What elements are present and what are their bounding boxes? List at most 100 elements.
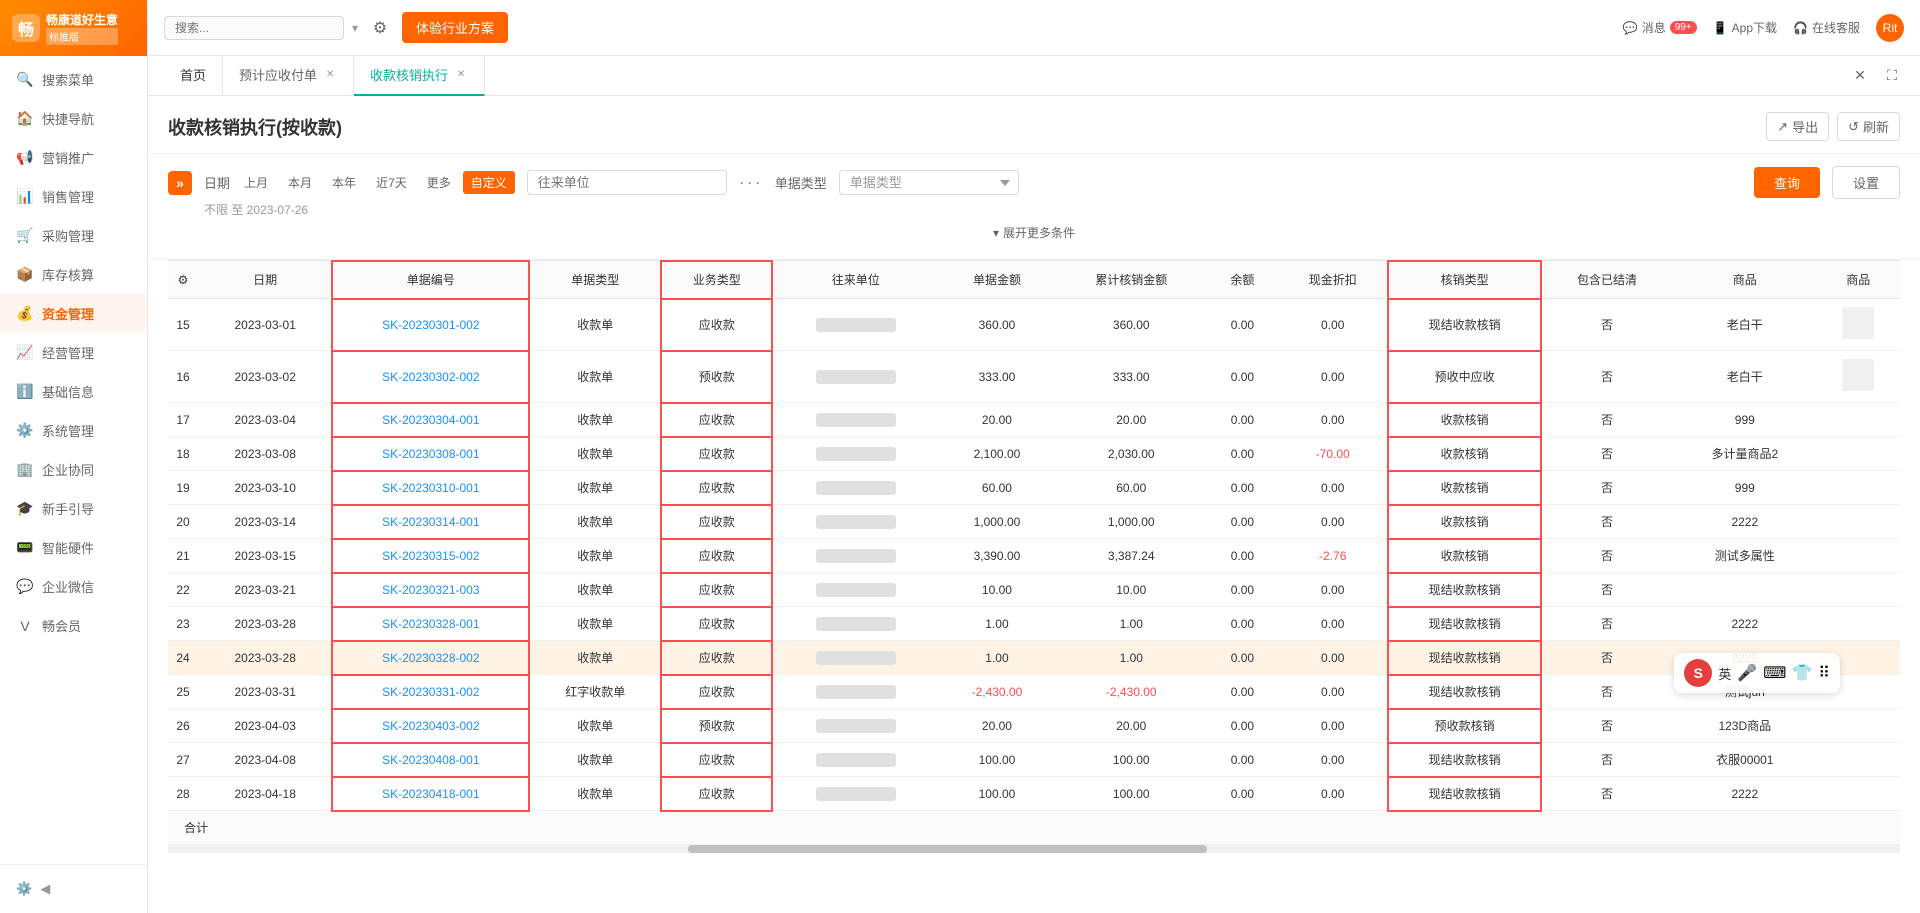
query-btn[interactable]: 查询	[1754, 167, 1820, 198]
sidebar-item-marketing[interactable]: 📢 营销推广	[0, 138, 147, 177]
cell-voucher-no[interactable]: SK-20230331-002	[332, 675, 529, 709]
sidebar-item-hardware[interactable]: 📟 智能硬件	[0, 528, 147, 567]
cell-partner: ██████	[772, 709, 939, 743]
cell-partner: ██████	[772, 471, 939, 505]
cell-voucher-no[interactable]: SK-20230302-002	[332, 351, 529, 403]
refresh-btn[interactable]: ↺ 刷新	[1837, 112, 1900, 141]
cell-voucher-no[interactable]: SK-20230301-002	[332, 299, 529, 351]
scrollbar[interactable]	[168, 845, 1900, 853]
cell-cash-discount: 0.00	[1277, 573, 1388, 607]
sidebar-item-vip[interactable]: V 畅会员	[0, 606, 147, 645]
cell-voucher-no[interactable]: SK-20230408-001	[332, 743, 529, 777]
cell-voucher-no[interactable]: SK-20230328-002	[332, 641, 529, 675]
cell-writeoff-type: 收款核销	[1388, 471, 1541, 505]
th-goods2: 商品	[1817, 261, 1900, 299]
close-tab-icon[interactable]: ✕	[1848, 64, 1872, 88]
sidebar-item-system[interactable]: ⚙️ 系统管理	[0, 411, 147, 450]
sidebar-item-wechat[interactable]: 💬 企业微信	[0, 567, 147, 606]
fullscreen-icon[interactable]: ⛶	[1880, 64, 1904, 88]
top-header: ▾ ⚙ 体验行业方案 💬 消息 99+ 📱 App下载 🎧 在线客服 Rit	[148, 0, 1920, 56]
filter-expand-btn[interactable]: »	[168, 171, 192, 195]
cell-voucher-no[interactable]: SK-20230310-001	[332, 471, 529, 505]
th-settings[interactable]: ⚙	[168, 261, 198, 299]
more-date-btn[interactable]: 更多	[419, 171, 459, 194]
cell-voucher-no[interactable]: SK-20230304-001	[332, 403, 529, 437]
gear-icon[interactable]: ⚙	[366, 14, 394, 42]
last-month-btn[interactable]: 上月	[236, 171, 276, 194]
cell-cash-discount: -70.00	[1277, 437, 1388, 471]
sidebar-settings-btn[interactable]: ⚙️ ◀	[0, 873, 147, 905]
search-input[interactable]	[164, 16, 344, 40]
online-service-btn[interactable]: 🎧 在线客服	[1793, 19, 1860, 36]
cell-balance: 0.00	[1208, 641, 1277, 675]
tab-home[interactable]: 首页	[164, 56, 223, 96]
cell-cash-discount: 0.00	[1277, 471, 1388, 505]
cell-total-writeoff: 60.00	[1055, 471, 1208, 505]
last-7days-btn[interactable]: 近7天	[368, 171, 415, 194]
wechat-icon: 💬	[16, 578, 34, 596]
cell-voucher-no[interactable]: SK-20230328-001	[332, 607, 529, 641]
sidebar-item-inventory[interactable]: 📦 库存核算	[0, 255, 147, 294]
sidebar-bottom: ⚙️ ◀	[0, 864, 147, 913]
sidebar-item-corp[interactable]: 🏢 企业协同	[0, 450, 147, 489]
cell-goods-thumb	[1817, 607, 1900, 641]
cell-goods-thumb	[1817, 539, 1900, 573]
sidebar-item-quicknav[interactable]: 🏠 快捷导航	[0, 99, 147, 138]
table-body: 152023-03-01SK-20230301-002收款单应收款██████3…	[168, 299, 1900, 811]
tab-prepay[interactable]: 预计应收付单 ✕	[223, 56, 354, 96]
cell-voucher-no[interactable]: SK-20230321-003	[332, 573, 529, 607]
quicknav-icon: 🏠	[16, 110, 34, 128]
sidebar-item-search[interactable]: 🔍 搜索菜单	[0, 60, 147, 99]
cell-amount: 1,000.00	[939, 505, 1055, 539]
sidebar-item-finance[interactable]: 💰 资金管理	[0, 294, 147, 333]
filter-area: » 日期 上月 本月 本年 近7天 更多 自定义	[148, 154, 1920, 260]
user-avatar[interactable]: Rit	[1876, 14, 1904, 42]
cell-date: 2023-03-15	[198, 539, 332, 573]
cell-no: 23	[168, 607, 198, 641]
cell-partner: ██████	[772, 351, 939, 403]
export-btn[interactable]: ↗ 导出	[1766, 112, 1829, 141]
cell-amount: 2,100.00	[939, 437, 1055, 471]
page-content: 收款核销执行(按收款) ↗ 导出 ↺ 刷新 » 日期	[148, 96, 1920, 913]
tab-collection[interactable]: 收款核销执行 ✕	[354, 56, 485, 96]
cell-no: 16	[168, 351, 198, 403]
this-month-btn[interactable]: 本月	[280, 171, 320, 194]
app-download-btn[interactable]: 📱 App下载	[1713, 19, 1777, 36]
industry-btn[interactable]: 体验行业方案	[402, 12, 508, 43]
voucher-type-select[interactable]: 单据类型	[839, 170, 1019, 195]
cell-biz-type: 应收款	[661, 743, 772, 777]
sidebar-item-sales[interactable]: 📊 销售管理	[0, 177, 147, 216]
tab-close-prepay[interactable]: ✕	[323, 68, 337, 82]
cell-voucher-no[interactable]: SK-20230403-002	[332, 709, 529, 743]
cell-include-settled: 否	[1541, 675, 1673, 709]
cell-balance: 0.00	[1208, 471, 1277, 505]
cell-date: 2023-03-02	[198, 351, 332, 403]
cell-voucher-type: 收款单	[529, 505, 661, 539]
cell-writeoff-type: 现结收款核销	[1388, 299, 1541, 351]
cell-voucher-no[interactable]: SK-20230314-001	[332, 505, 529, 539]
cell-voucher-no[interactable]: SK-20230315-002	[332, 539, 529, 573]
sidebar-item-basic[interactable]: ℹ️ 基础信息	[0, 372, 147, 411]
filter-setting-btn[interactable]: 设置	[1832, 166, 1900, 199]
cell-goods-thumb	[1817, 437, 1900, 471]
date-range-display: 不限 至 2023-07-26	[204, 201, 1900, 218]
sidebar-item-purchase[interactable]: 🛒 采购管理	[0, 216, 147, 255]
messages-btn[interactable]: 💬 消息 99+	[1623, 19, 1697, 36]
partner-input[interactable]	[527, 170, 727, 195]
cell-cash-discount: 0.00	[1277, 299, 1388, 351]
sidebar-item-operation[interactable]: 📈 经营管理	[0, 333, 147, 372]
custom-date-btn[interactable]: 自定义	[463, 171, 515, 194]
expand-more-row[interactable]: ▾ 展开更多条件	[168, 218, 1900, 247]
sidebar-item-guide[interactable]: 🎓 新手引导	[0, 489, 147, 528]
table-row: 282023-04-18SK-20230418-001收款单应收款██████1…	[168, 777, 1900, 811]
operation-icon: 📈	[16, 344, 34, 362]
cell-cash-discount: -2.76	[1277, 539, 1388, 573]
cell-voucher-no[interactable]: SK-20230308-001	[332, 437, 529, 471]
cell-no: 15	[168, 299, 198, 351]
tab-close-collection[interactable]: ✕	[454, 68, 468, 82]
cell-voucher-no[interactable]: SK-20230418-001	[332, 777, 529, 811]
cell-partner: ██████	[772, 573, 939, 607]
this-year-btn[interactable]: 本年	[324, 171, 364, 194]
cell-date: 2023-04-03	[198, 709, 332, 743]
cell-writeoff-type: 收款核销	[1388, 403, 1541, 437]
